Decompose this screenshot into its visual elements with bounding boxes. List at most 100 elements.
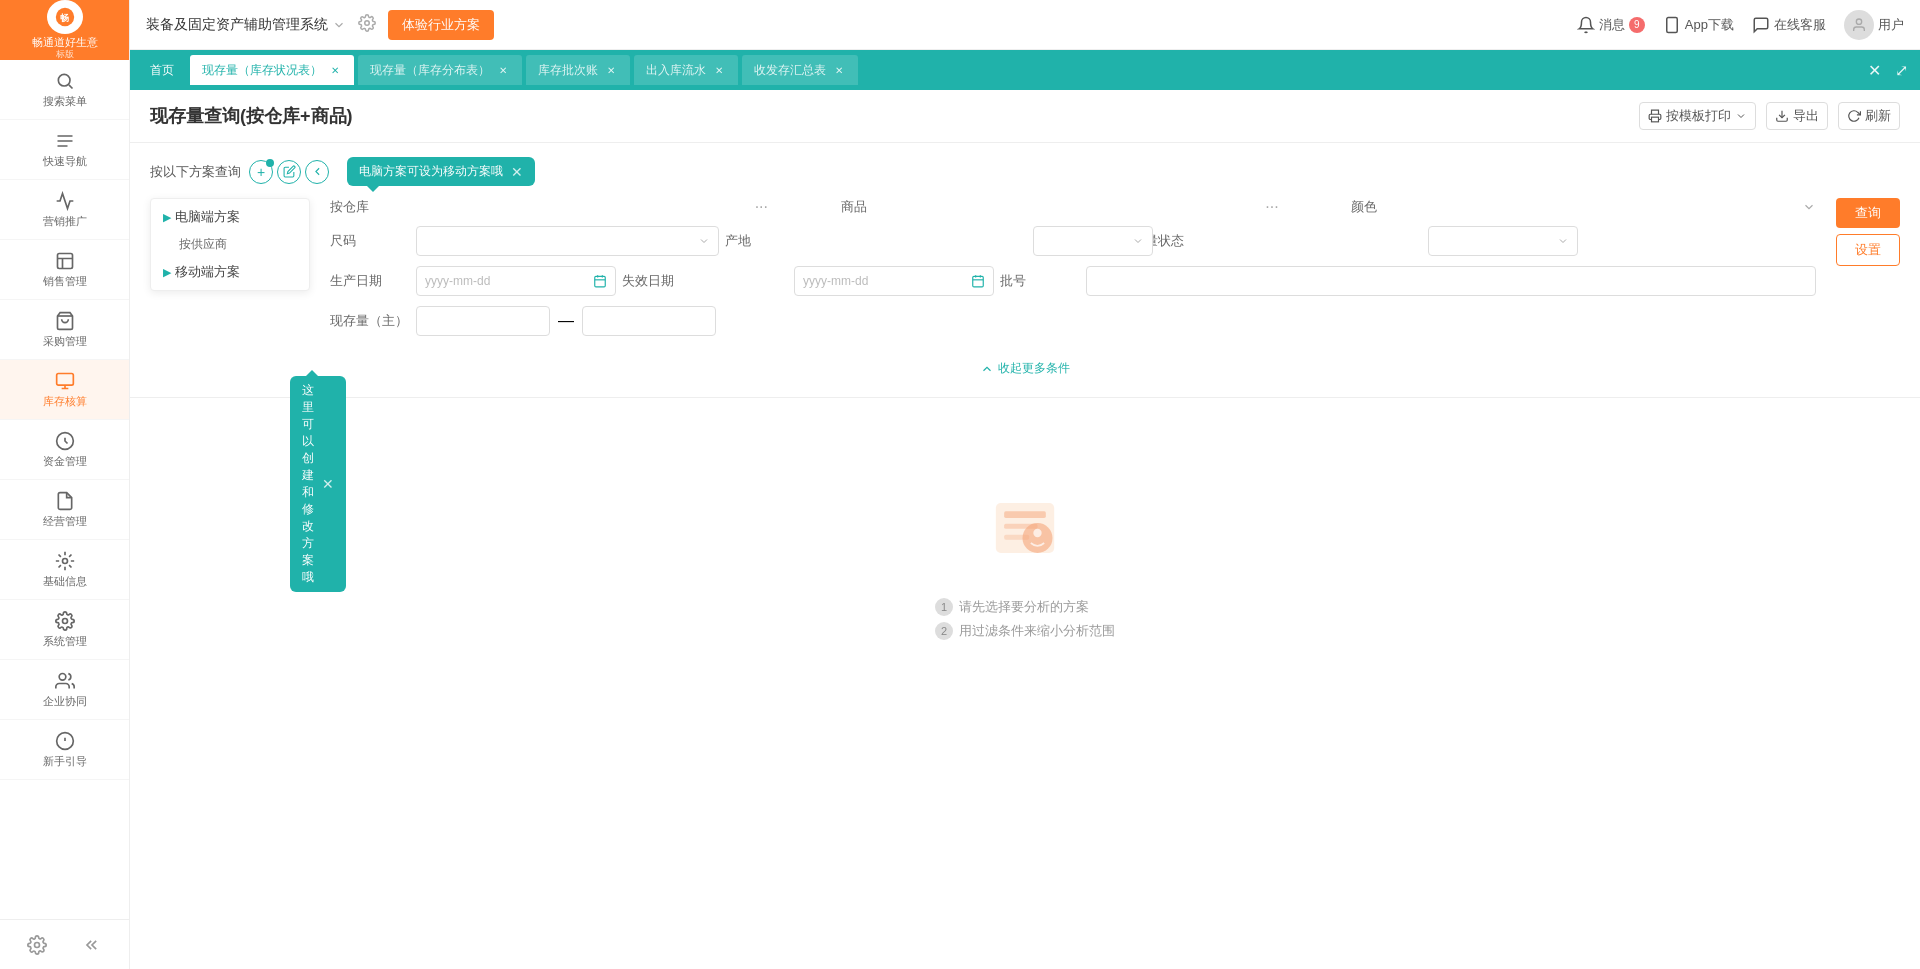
- tab-home[interactable]: 首页: [138, 55, 186, 85]
- sidebar-footer-settings[interactable]: [27, 935, 47, 955]
- expire-date-label: 失效日期: [622, 272, 702, 290]
- origin-select[interactable]: [1033, 226, 1153, 256]
- filter-right-btns: 查询 设置: [1836, 198, 1900, 346]
- edit-scheme-btn[interactable]: [277, 160, 301, 184]
- tip-text-1: 请先选择要分析的方案: [959, 598, 1089, 616]
- filter-header-label: 按以下方案查询: [150, 163, 241, 181]
- tab-batch-ledger-label: 库存批次账: [538, 62, 598, 79]
- stock-status-dropdown-icon: [1557, 235, 1569, 247]
- tab-inventory-status-close[interactable]: ✕: [328, 63, 342, 77]
- maximize-btn[interactable]: ⤢: [1891, 59, 1912, 82]
- tab-batch-ledger-close[interactable]: ✕: [604, 63, 618, 77]
- scheme-tooltip2-close[interactable]: ✕: [322, 476, 334, 492]
- stock-qty-min[interactable]: [416, 306, 550, 336]
- tab-inventory-dist[interactable]: 现存量（库存分布表） ✕: [358, 55, 522, 85]
- add-scheme-btn[interactable]: +: [249, 160, 273, 184]
- goods-dots[interactable]: ···: [1265, 198, 1345, 216]
- collapse-filter-btn[interactable]: 收起更多条件: [150, 354, 1900, 383]
- filter-header: 按以下方案查询 +: [150, 157, 1900, 186]
- stock-status-select[interactable]: [1428, 226, 1578, 256]
- scheme-tree-item-supplier[interactable]: 按供应商: [151, 231, 309, 258]
- filter-fields: 按仓库 ··· 商品 ··· 颜色 尺码: [330, 198, 1816, 346]
- sidebar-footer-collapse[interactable]: [82, 935, 102, 955]
- svg-point-9: [62, 618, 67, 623]
- scheme-tree-item-supplier-label: 按供应商: [179, 236, 227, 253]
- online-service-item[interactable]: 在线客服: [1752, 16, 1826, 34]
- collapse-btn-label: 收起更多条件: [998, 360, 1070, 377]
- notice-badge: 9: [1629, 17, 1645, 33]
- print-icon: [1648, 109, 1662, 123]
- scheme-tooltip2-text: 这里可以创建和修改方案哦: [302, 382, 314, 586]
- warehouse-dots[interactable]: ···: [755, 198, 835, 216]
- page-title: 现存量查询(按仓库+商品): [150, 104, 353, 128]
- sidebar-item-purchase-label: 采购管理: [43, 334, 87, 349]
- sidebar-item-finance[interactable]: 资金管理: [0, 420, 129, 480]
- prod-date-calendar-icon[interactable]: [593, 274, 607, 288]
- svg-rect-4: [57, 253, 72, 268]
- logo-icon: 畅: [47, 0, 83, 34]
- feature-btn[interactable]: 体验行业方案: [388, 10, 494, 40]
- scheme-tree-item-mobile[interactable]: ▶ 移动端方案: [151, 258, 309, 286]
- tab-receive-summary-label: 收发存汇总表: [754, 62, 826, 79]
- filter-settings-btn[interactable]: 设置: [1836, 234, 1900, 266]
- tab-receive-summary-close[interactable]: ✕: [832, 63, 846, 77]
- size-select[interactable]: [416, 226, 719, 256]
- back-scheme-btn[interactable]: [305, 160, 329, 184]
- app-download-item[interactable]: App下载: [1663, 16, 1734, 34]
- svg-rect-14: [1667, 17, 1678, 32]
- sidebar-item-search[interactable]: 搜索菜单: [0, 60, 129, 120]
- user-item[interactable]: 用户: [1844, 10, 1904, 40]
- tab-in-out-flow-close[interactable]: ✕: [712, 63, 726, 77]
- stock-qty-max[interactable]: [582, 306, 716, 336]
- sidebar-item-basicinfo[interactable]: 基础信息: [0, 540, 129, 600]
- batch-no-label: 批号: [1000, 272, 1080, 290]
- sidebar-item-sales-label: 销售管理: [43, 274, 87, 289]
- svg-point-12: [35, 942, 40, 947]
- sidebar-item-system[interactable]: 系统管理: [0, 600, 129, 660]
- refresh-btn[interactable]: 刷新: [1838, 102, 1900, 130]
- export-btn[interactable]: 导出: [1766, 102, 1828, 130]
- sidebar-item-marketing[interactable]: 营销推广: [0, 180, 129, 240]
- close-all-tabs-btn[interactable]: ✕: [1864, 59, 1885, 82]
- empty-tip-1: 1 请先选择要分析的方案: [935, 598, 1115, 616]
- tip-num-1: 1: [935, 598, 953, 616]
- expire-date-calendar-icon[interactable]: [971, 274, 985, 288]
- expire-date-input[interactable]: yyyy-mm-dd: [794, 266, 994, 296]
- scheme-tooltip-container: 电脑方案可设为移动方案哦 ✕: [347, 157, 535, 186]
- sidebar: 畅 畅通道好生意 标版 搜索菜单 快速导航 营销推广 销售管理 采购管理: [0, 0, 130, 969]
- stock-status-label: 现存量状态: [1119, 232, 1422, 250]
- svg-text:畅: 畅: [59, 13, 68, 23]
- scheme-tooltip-close[interactable]: ✕: [511, 164, 523, 180]
- sidebar-item-operations[interactable]: 经营管理: [0, 480, 129, 540]
- filter-row-4: 现存量（主） —: [330, 306, 1816, 336]
- sidebar-item-basicinfo-label: 基础信息: [43, 574, 87, 589]
- batch-no-input[interactable]: [1086, 266, 1816, 296]
- origin-dropdown-icon: [1132, 235, 1144, 247]
- scheme-tree-item-pc[interactable]: ▶ 电脑端方案: [151, 203, 309, 231]
- print-btn[interactable]: 按模板打印: [1639, 102, 1756, 130]
- collapse-icon: [980, 362, 994, 376]
- app-title-dropdown[interactable]: 装备及固定资产辅助管理系统: [146, 16, 346, 34]
- tab-in-out-flow[interactable]: 出入库流水 ✕: [634, 55, 738, 85]
- topbar-settings-btn[interactable]: [358, 14, 376, 36]
- query-btn[interactable]: 查询: [1836, 198, 1900, 228]
- prod-date-input[interactable]: yyyy-mm-dd: [416, 266, 616, 296]
- sidebar-item-purchase[interactable]: 采购管理: [0, 300, 129, 360]
- tab-inventory-status[interactable]: 现存量（库存状况表） ✕: [190, 55, 354, 85]
- color-dropdown-icon[interactable]: [1776, 200, 1816, 214]
- svg-rect-17: [1652, 117, 1659, 122]
- sidebar-item-quicknav[interactable]: 快速导航: [0, 120, 129, 180]
- sidebar-item-marketing-label: 营销推广: [43, 214, 87, 229]
- svg-point-10: [59, 673, 66, 680]
- tab-batch-ledger[interactable]: 库存批次账 ✕: [526, 55, 630, 85]
- print-label: 按模板打印: [1666, 107, 1731, 125]
- highlight-dot: [266, 159, 274, 167]
- tab-inventory-dist-close[interactable]: ✕: [496, 63, 510, 77]
- sidebar-item-sales[interactable]: 销售管理: [0, 240, 129, 300]
- sidebar-item-guide[interactable]: 新手引导: [0, 720, 129, 780]
- goods-label: 商品: [841, 198, 1260, 216]
- sidebar-item-inventory[interactable]: 库存核算: [0, 360, 129, 420]
- notice-item[interactable]: 消息 9: [1577, 16, 1645, 34]
- sidebar-item-cooperation[interactable]: 企业协同: [0, 660, 129, 720]
- tab-receive-summary[interactable]: 收发存汇总表 ✕: [742, 55, 858, 85]
